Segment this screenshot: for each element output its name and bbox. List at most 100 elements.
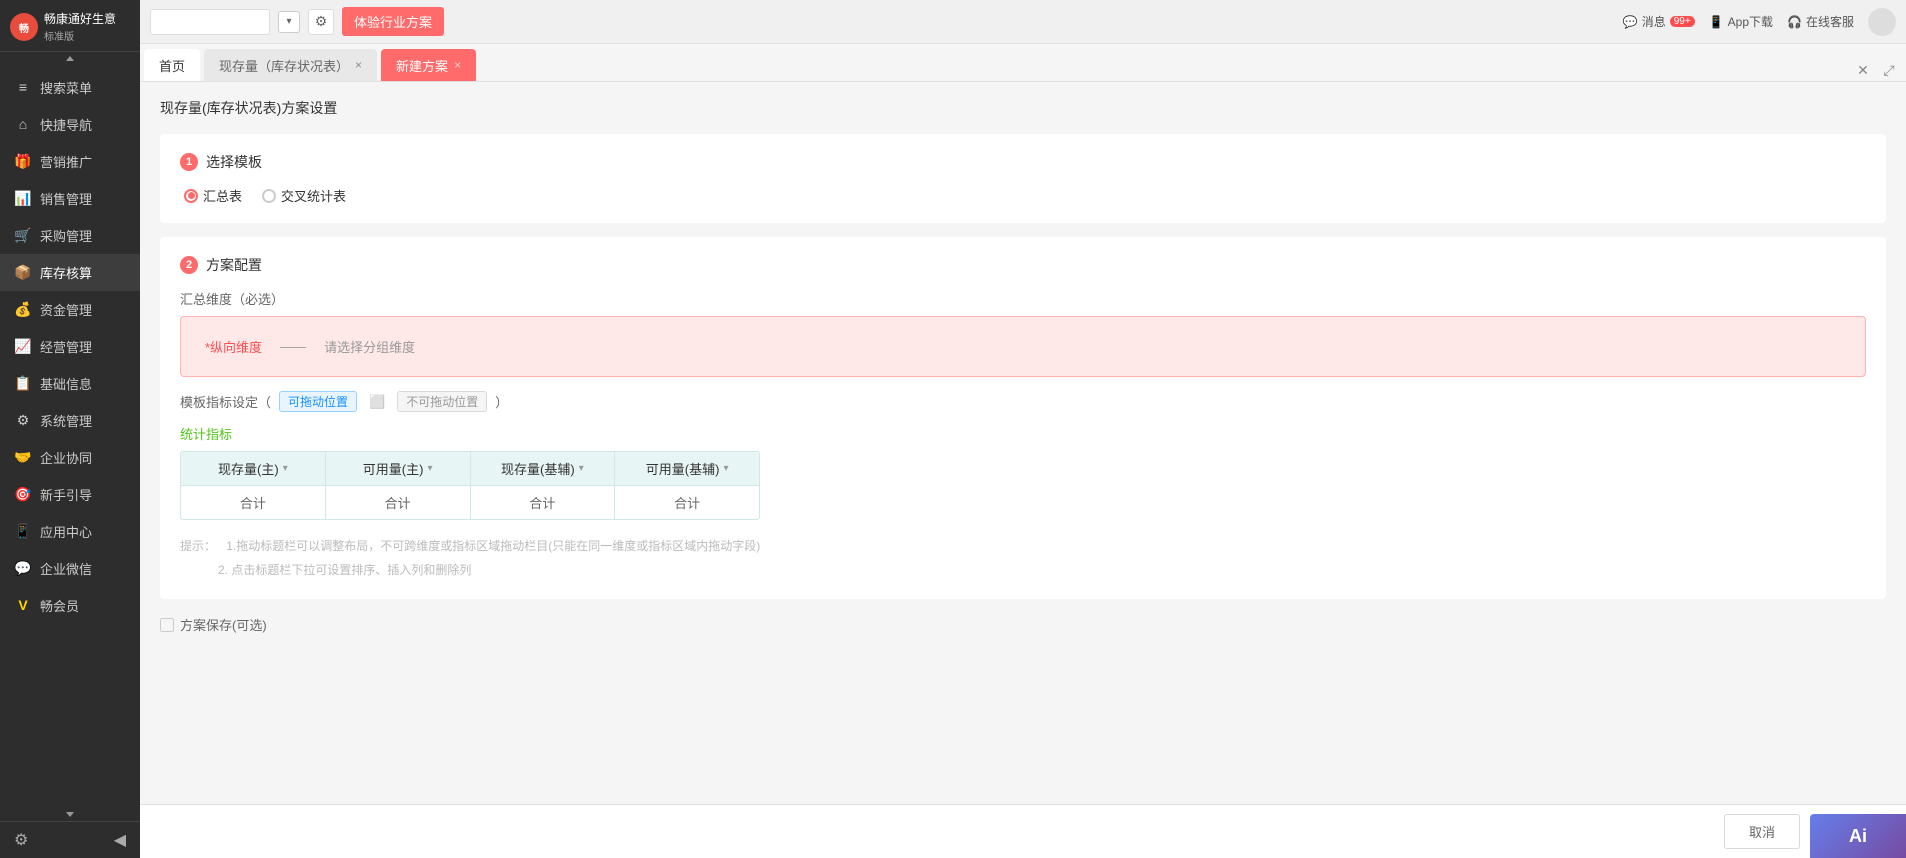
sidebar-item-operations[interactable]: 📈 经营管理 <box>0 328 140 365</box>
stats-header-label-2: 现存量(基辅) <box>501 459 575 478</box>
stats-header-cell-1[interactable]: 可用量(主) ▾ <box>326 452 471 485</box>
sidebar-item-new-guide[interactable]: 🎯 新手引导 <box>0 476 140 513</box>
radio-cross-label: 交叉统计表 <box>281 186 346 205</box>
step2-section: 2 方案配置 汇总维度（必选） *纵向维度 —— 请选择分组维度 模板指标设定（… <box>160 237 1886 599</box>
save-checkbox[interactable] <box>160 618 174 632</box>
settings-icon[interactable]: ⚙ <box>14 830 28 850</box>
user-avatar[interactable] <box>1868 8 1896 36</box>
online-service-button[interactable]: 🎧 在线客服 <box>1787 13 1854 30</box>
sidebar-item-quick-nav[interactable]: ⌂ 快捷导航 <box>0 106 140 143</box>
page-title: 现存量(库存状况表)方案设置 <box>160 98 1886 118</box>
summary-dimension-label: 汇总维度（必选） <box>180 289 1866 308</box>
app-download-button[interactable]: 📱 App下载 <box>1709 13 1773 30</box>
sidebar-item-label: 新手引导 <box>40 485 92 504</box>
stats-label: 统计指标 <box>180 424 1866 443</box>
tab-new-plan-close[interactable]: × <box>454 58 461 72</box>
cart-icon: 🛒 <box>14 226 32 244</box>
sidebar-item-enterprise[interactable]: 🤝 企业协同 <box>0 439 140 476</box>
step2-badge: 2 <box>180 256 198 274</box>
sidebar-item-label: 企业微信 <box>40 559 92 578</box>
inventory-icon: 📦 <box>14 263 32 281</box>
stats-data-cell-1: 合计 <box>326 486 471 519</box>
sidebar-item-search-menu[interactable]: ≡ 搜索菜单 <box>0 69 140 106</box>
trial-button[interactable]: 体验行业方案 <box>342 7 444 36</box>
tab-inventory-close[interactable]: × <box>355 58 362 72</box>
sidebar-item-label: 快捷导航 <box>40 115 92 134</box>
sidebar-item-label: 搜索菜单 <box>40 78 92 97</box>
content-area: 现存量(库存状况表)方案设置 1 选择模板 汇总表 交叉统计表 <box>140 82 1906 804</box>
tab-inventory-status[interactable]: 现存量（库存状况表） × <box>204 49 377 81</box>
step1-header: 1 选择模板 <box>180 152 1866 172</box>
sidebar-nav: ≡ 搜索菜单 ⌂ 快捷导航 🎁 营销推广 📊 销售管理 🛒 采购管理 📦 库存核… <box>0 65 140 808</box>
sidebar-item-label: 畅会员 <box>40 596 79 615</box>
save-option: 方案保存(可选) <box>160 615 1886 634</box>
collapse-icon[interactable]: ◀ <box>114 830 126 850</box>
radio-summary-circle <box>184 189 198 203</box>
message-button[interactable]: 💬 消息 99+ <box>1623 13 1695 30</box>
stats-header-label-3: 可用量(基辅) <box>646 459 720 478</box>
tab-new-plan[interactable]: 新建方案 × <box>381 49 476 81</box>
sidebar-item-vip[interactable]: V 畅会员 <box>0 587 140 624</box>
stats-data-row: 合计 合计 合计 合计 <box>181 486 759 519</box>
tab-expand-button[interactable]: ⤢ <box>1878 59 1900 81</box>
home-icon: ⌂ <box>14 115 32 133</box>
indicator-separator: ⬜ <box>369 394 385 410</box>
search-menu-icon: ≡ <box>14 78 32 96</box>
scroll-up-button[interactable] <box>0 52 140 65</box>
wechat-icon: 💬 <box>14 559 32 577</box>
stats-header-label-1: 可用量(主) <box>363 459 424 478</box>
sidebar-item-label: 经营管理 <box>40 337 92 356</box>
sidebar-item-label: 企业协同 <box>40 448 92 467</box>
tab-new-plan-label: 新建方案 <box>396 56 448 75</box>
radio-cross[interactable]: 交叉统计表 <box>262 186 346 205</box>
sidebar-item-inventory[interactable]: 📦 库存核算 <box>0 254 140 291</box>
sidebar-item-enterprise-wechat[interactable]: 💬 企业微信 <box>0 550 140 587</box>
topbar-settings-button[interactable]: ⚙ <box>308 9 334 35</box>
dimension-area[interactable]: *纵向维度 —— 请选择分组维度 <box>180 316 1866 377</box>
cancel-button[interactable]: 取消 <box>1724 814 1800 849</box>
sidebar-item-finance[interactable]: 💰 资金管理 <box>0 291 140 328</box>
sidebar-item-sales[interactable]: 📊 销售管理 <box>0 180 140 217</box>
sidebar-item-marketing[interactable]: 🎁 营销推广 <box>0 143 140 180</box>
scroll-down-button[interactable] <box>0 808 140 821</box>
bottom-bar: 取消 查询 <box>140 804 1906 858</box>
sidebar-item-base-info[interactable]: 📋 基础信息 <box>0 365 140 402</box>
logo-sub: 标准版 <box>44 28 116 43</box>
logo-icon: 畅 <box>10 13 38 41</box>
radio-cross-circle <box>262 189 276 203</box>
sidebar-item-label: 应用中心 <box>40 522 92 541</box>
save-option-label: 方案保存(可选) <box>180 615 267 634</box>
tab-home[interactable]: 首页 <box>144 49 200 81</box>
app-download-label: App下载 <box>1728 13 1773 30</box>
stats-header-cell-3[interactable]: 可用量(基辅) ▾ <box>615 452 759 485</box>
tips-label: 提示： 1.拖动标题栏可以调整布局，不可跨维度或指标区域拖动栏目(只能在同一维度… <box>180 536 1866 558</box>
sidebar-item-app-center[interactable]: 📱 应用中心 <box>0 513 140 550</box>
stats-header-row: 现存量(主) ▾ 可用量(主) ▾ 现存量(基辅) ▾ 可用量(基辅) <box>181 452 759 486</box>
ai-fab-button[interactable]: Ai <box>1810 814 1906 858</box>
search-input[interactable] <box>150 9 270 35</box>
radio-summary[interactable]: 汇总表 <box>184 186 242 205</box>
stats-header-cell-2[interactable]: 现存量(基辅) ▾ <box>471 452 616 485</box>
indicator-settings-label: 模板指标设定（ <box>180 392 271 411</box>
tab-close-button[interactable]: ✕ <box>1852 59 1874 81</box>
template-options: 汇总表 交叉统计表 <box>184 186 1866 205</box>
stats-header-cell-0[interactable]: 现存量(主) ▾ <box>181 452 326 485</box>
sidebar-item-label: 基础信息 <box>40 374 92 393</box>
chevron-down-icon-2: ▾ <box>579 463 584 474</box>
system-icon: ⚙ <box>14 411 32 429</box>
config-section: 汇总维度（必选） *纵向维度 —— 请选择分组维度 模板指标设定（ 可拖动位置 … <box>180 289 1866 581</box>
sidebar-item-system[interactable]: ⚙ 系统管理 <box>0 402 140 439</box>
message-label: 消息 <box>1642 13 1666 30</box>
app-logo: 畅 畅康通好生意 标准版 <box>0 0 140 52</box>
sidebar-item-purchase[interactable]: 🛒 采购管理 <box>0 217 140 254</box>
dropdown-button[interactable]: ▾ <box>278 11 300 33</box>
main-area: ▾ ⚙ 体验行业方案 💬 消息 99+ 📱 App下载 🎧 在线客服 首页 <box>140 0 1906 858</box>
step2-header: 2 方案配置 <box>180 255 1866 275</box>
enterprise-icon: 🤝 <box>14 448 32 466</box>
message-icon: 💬 <box>1623 15 1638 29</box>
app-icon: 📱 <box>14 522 32 540</box>
vip-icon: V <box>14 596 32 614</box>
base-info-icon: 📋 <box>14 374 32 392</box>
sidebar-item-label: 销售管理 <box>40 189 92 208</box>
download-icon: 📱 <box>1709 15 1724 29</box>
